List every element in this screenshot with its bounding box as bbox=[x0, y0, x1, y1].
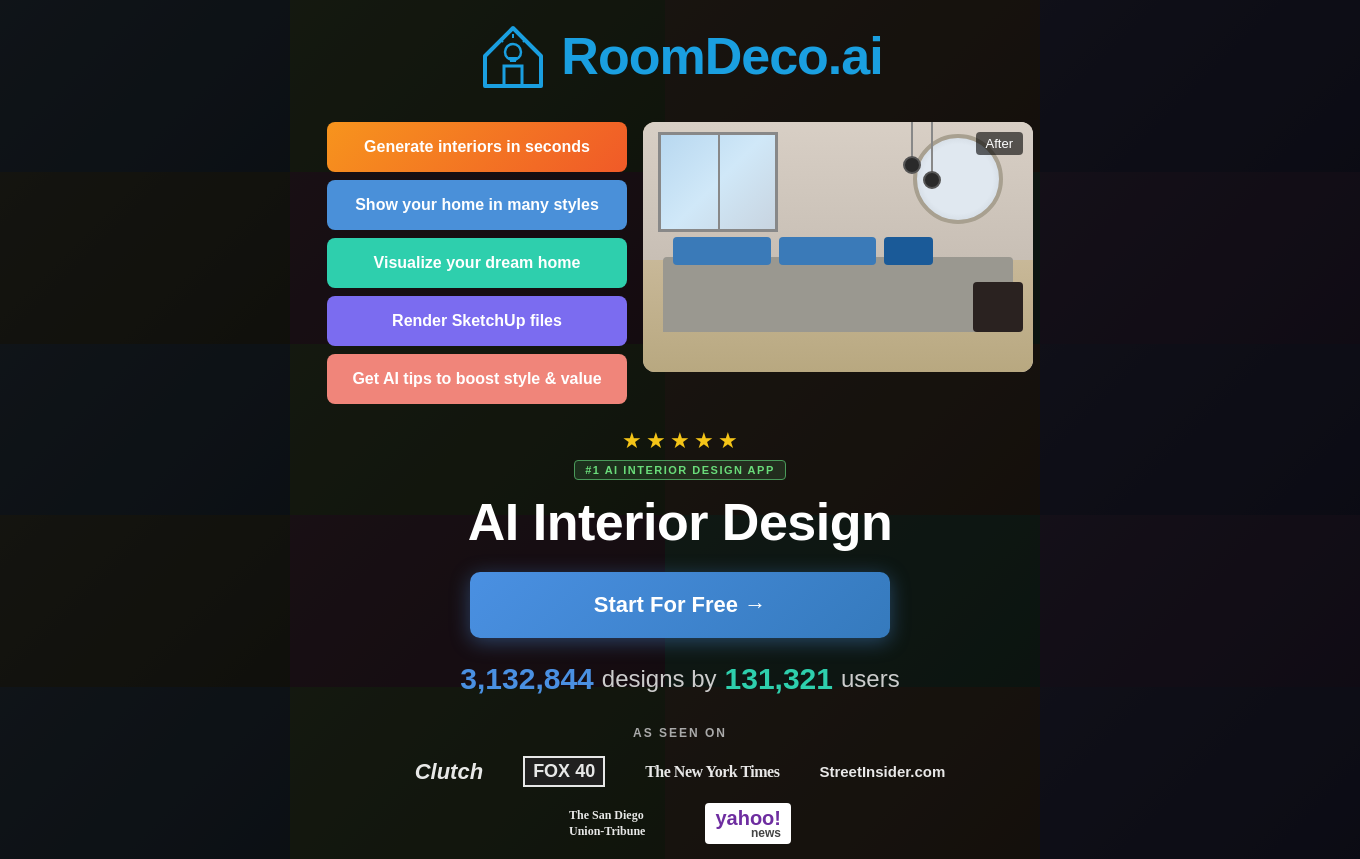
star-4: ★ bbox=[694, 428, 714, 454]
users-count: 131,321 bbox=[725, 662, 833, 696]
pillow-1 bbox=[673, 237, 771, 265]
users-label: users bbox=[841, 665, 900, 693]
main-content: RoomDeco.ai Generate interiors in second… bbox=[0, 0, 1360, 844]
mid-section: Generate interiors in seconds Show your … bbox=[327, 122, 1033, 404]
logo-yahoo-container: yahoo! news bbox=[705, 803, 791, 844]
pillow-3 bbox=[884, 237, 933, 265]
star-3: ★ bbox=[670, 428, 690, 454]
logo-nyt: The New York Times bbox=[645, 763, 779, 781]
designs-label: designs by bbox=[602, 665, 717, 693]
main-title: AI Interior Design bbox=[468, 492, 892, 552]
room-window bbox=[658, 132, 778, 232]
after-badge: After bbox=[976, 132, 1023, 155]
logo-sandiego: The San DiegoUnion-Tribune bbox=[569, 808, 645, 839]
cta-button[interactable]: Start For Free → bbox=[470, 572, 890, 638]
pillow-2 bbox=[779, 237, 877, 265]
room-bed bbox=[663, 257, 1013, 332]
room-light-2 bbox=[931, 122, 933, 177]
btn-render-sketchup[interactable]: Render SketchUp files bbox=[327, 296, 627, 346]
room-light-bulb-2 bbox=[923, 171, 941, 189]
star-2: ★ bbox=[646, 428, 666, 454]
room-light-1 bbox=[911, 122, 913, 162]
stats-row: 3,132,844 designs by 131,321 users bbox=[460, 662, 899, 696]
room-nightstand bbox=[973, 282, 1023, 332]
logo-clutch: Clutch bbox=[415, 759, 483, 785]
room-bed-pillows bbox=[673, 237, 933, 265]
logo-text: RoomDeco.ai bbox=[561, 26, 882, 86]
room-scene bbox=[643, 122, 1033, 372]
logos-row-2: The San DiegoUnion-Tribune yahoo! news bbox=[569, 803, 791, 844]
as-seen-section: AS SEEN ON Clutch FOX 40 The New York Ti… bbox=[415, 726, 946, 844]
logos-row-1: Clutch FOX 40 The New York Times StreetI… bbox=[415, 756, 946, 787]
svg-rect-0 bbox=[504, 66, 522, 86]
btn-visualize-dream[interactable]: Visualize your dream home bbox=[327, 238, 627, 288]
feature-buttons: Generate interiors in seconds Show your … bbox=[327, 122, 627, 404]
star-5: ★ bbox=[718, 428, 738, 454]
rating-section: ★ ★ ★ ★ ★ #1 AI INTERIOR DESIGN APP bbox=[574, 428, 786, 480]
rating-badge: #1 AI INTERIOR DESIGN APP bbox=[574, 460, 786, 480]
stars: ★ ★ ★ ★ ★ bbox=[622, 428, 738, 454]
btn-generate-interiors[interactable]: Generate interiors in seconds bbox=[327, 122, 627, 172]
designs-count: 3,132,844 bbox=[460, 662, 593, 696]
logo-fox: FOX 40 bbox=[523, 756, 605, 787]
logo-icon bbox=[477, 20, 549, 92]
star-1: ★ bbox=[622, 428, 642, 454]
room-light-bulb-1 bbox=[903, 156, 921, 174]
logo-sandiego-container: The San DiegoUnion-Tribune bbox=[569, 808, 645, 839]
room-image-container: After bbox=[643, 122, 1033, 372]
btn-ai-tips[interactable]: Get AI tips to boost style & value bbox=[327, 354, 627, 404]
as-seen-label: AS SEEN ON bbox=[633, 726, 727, 740]
header: RoomDeco.ai bbox=[477, 20, 882, 92]
btn-show-home-styles[interactable]: Show your home in many styles bbox=[327, 180, 627, 230]
logo-street-insider: StreetInsider.com bbox=[819, 763, 945, 780]
